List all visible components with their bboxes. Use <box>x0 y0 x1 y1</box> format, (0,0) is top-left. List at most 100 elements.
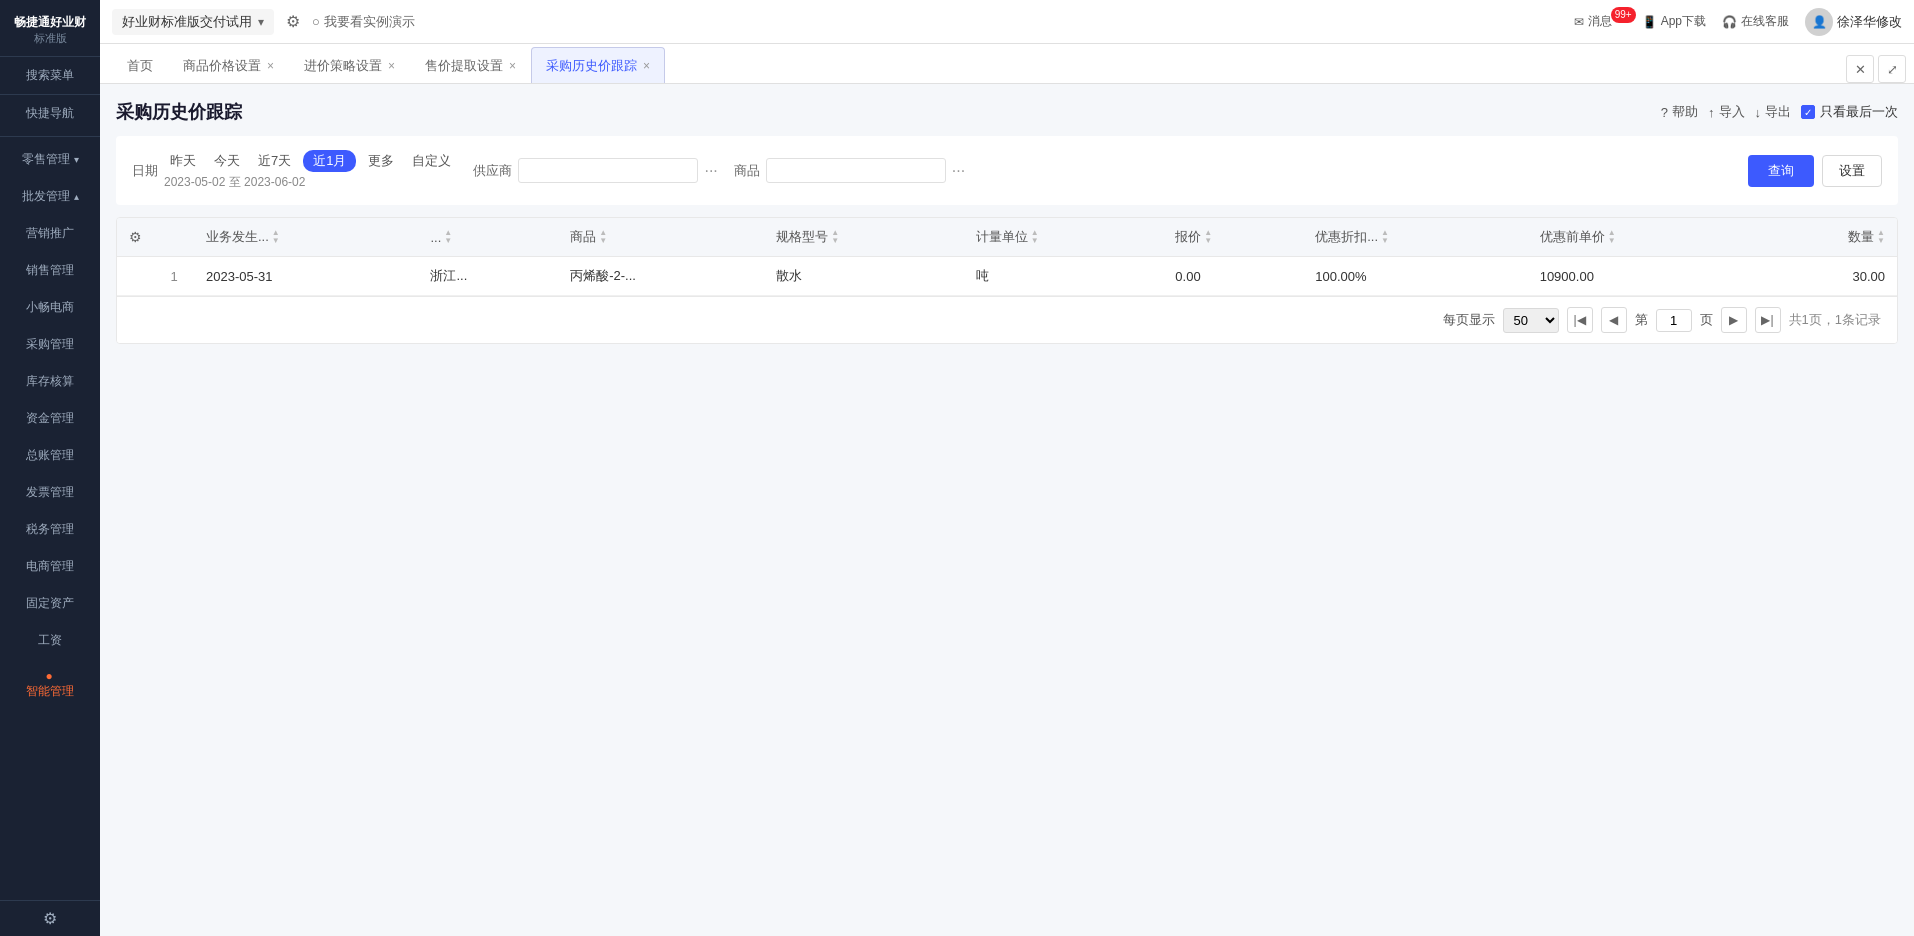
logo-text: 畅捷通好业财 <box>8 14 92 31</box>
cell-unit: 吨 <box>964 257 1164 296</box>
date-opt-last1m[interactable]: 近1月 <box>303 150 356 172</box>
topbar-settings-icon[interactable]: ⚙ <box>282 8 304 35</box>
sidebar-item-ecommerce[interactable]: 电商管理 <box>0 548 100 585</box>
sidebar-item-sales[interactable]: 销售管理 <box>0 252 100 289</box>
tab-purchase-history[interactable]: 采购历史价跟踪 × <box>531 47 665 83</box>
table-header-row: ⚙ 业务发生... ▲▼ ... ▲▼ <box>117 218 1897 257</box>
sidebar-item-invoice[interactable]: 发票管理 <box>0 474 100 511</box>
col-unit[interactable]: 计量单位 ▲▼ <box>964 218 1164 257</box>
date-opt-today[interactable]: 今天 <box>208 150 246 172</box>
app-download-button[interactable]: 📱 App下载 <box>1642 13 1706 30</box>
sidebar-item-ecommerce-small[interactable]: 小畅电商 <box>0 289 100 326</box>
sort-arrows-spec: ▲▼ <box>831 229 839 245</box>
version-selector[interactable]: 好业财标准版交付试用 ▾ <box>112 9 274 35</box>
export-button[interactable]: ↓ 导出 <box>1755 103 1792 121</box>
page-first-btn[interactable]: |◀ <box>1567 307 1593 333</box>
col-supplier[interactable]: 商品 ▲▼ <box>558 218 764 257</box>
cell-no: 1 <box>154 257 194 296</box>
supplier-input[interactable] <box>518 158 698 183</box>
product-input[interactable] <box>766 158 946 183</box>
help-button[interactable]: ? 帮助 <box>1661 103 1698 121</box>
tab-bar-actions: ✕ ⤢ <box>1846 55 1914 83</box>
supplier-dots[interactable]: ··· <box>704 162 717 180</box>
import-button[interactable]: ↑ 导入 <box>1708 103 1745 121</box>
col-spec[interactable]: 规格型号 ▲▼ <box>764 218 964 257</box>
product-dots[interactable]: ··· <box>952 162 965 180</box>
page-last-btn[interactable]: ▶| <box>1755 307 1781 333</box>
page-next-btn[interactable]: ▶ <box>1721 307 1747 333</box>
pagination-bar: 每页显示 50 10 20 100 |◀ ◀ 第 页 ▶ ▶| 共1页，1条记录 <box>117 296 1897 343</box>
col-pre-discount[interactable]: 优惠前单价 ▲▼ <box>1528 218 1757 257</box>
filter-area: 日期 昨天 今天 近7天 近1月 更多 自定义 2023-05-02 至 202… <box>116 136 1898 205</box>
filter-date-col: 昨天 今天 近7天 近1月 更多 自定义 2023-05-02 至 2023-0… <box>164 150 457 191</box>
tab-price-close[interactable]: × <box>267 59 274 73</box>
page-prev-btn[interactable]: ◀ <box>1601 307 1627 333</box>
tab-strategy-close[interactable]: × <box>388 59 395 73</box>
per-page-select[interactable]: 50 10 20 100 <box>1503 308 1559 333</box>
sidebar-item-ledger[interactable]: 总账管理 <box>0 437 100 474</box>
supplier-filter-label: 供应商 <box>473 162 512 180</box>
page-input[interactable] <box>1656 309 1692 332</box>
col-dots[interactable]: ... ▲▼ <box>418 218 558 257</box>
sidebar-item-tax[interactable]: 税务管理 <box>0 511 100 548</box>
sidebar-settings-icon[interactable]: ⚙ <box>43 909 57 928</box>
user-menu[interactable]: 👤 徐泽华修改 <box>1805 8 1902 36</box>
sidebar-quick-nav[interactable]: 快捷导航 <box>0 95 100 132</box>
settings-button[interactable]: 设置 <box>1822 155 1882 187</box>
top-bar: 好业财标准版交付试用 ▾ ⚙ ○ 我要看实例演示 ✉ 消息 99+ 📱 App下… <box>100 0 1914 44</box>
col-spec-label: 规格型号 <box>776 228 828 246</box>
col-price[interactable]: 报价 ▲▼ <box>1163 218 1303 257</box>
export-icon: ↓ <box>1755 105 1762 120</box>
demo-link[interactable]: ○ 我要看实例演示 <box>312 13 415 31</box>
sidebar-item-sales-label: 销售管理 <box>26 262 74 279</box>
sidebar-item-assets[interactable]: 固定资产 <box>0 585 100 622</box>
col-quantity[interactable]: 数量 ▲▼ <box>1757 218 1897 257</box>
sidebar-item-retail[interactable]: 零售管理 ▾ <box>0 141 100 178</box>
tab-purchase-history-close[interactable]: × <box>643 59 650 73</box>
sidebar-item-purchase[interactable]: 采购管理 <box>0 326 100 363</box>
cell-quantity: 30.00 <box>1757 257 1897 296</box>
demo-icon: ○ <box>312 14 320 29</box>
help-icon: ? <box>1661 105 1668 120</box>
chevron-down-icon: ▾ <box>74 154 79 165</box>
sidebar-item-wholesale[interactable]: 批发管理 ▴ <box>0 178 100 215</box>
sidebar-item-smart[interactable]: ● 智能管理 <box>0 659 100 710</box>
table-gear-icon[interactable]: ⚙ <box>129 229 142 245</box>
query-button[interactable]: 查询 <box>1748 155 1814 187</box>
sidebar-item-finance-label: 资金管理 <box>26 410 74 427</box>
tab-close-btn[interactable]: ✕ <box>1846 55 1874 83</box>
page-label: 第 <box>1635 311 1648 329</box>
date-opt-last7[interactable]: 近7天 <box>252 150 297 172</box>
date-filter-options: 昨天 今天 近7天 近1月 更多 自定义 <box>164 150 457 172</box>
sidebar-logo: 畅捷通好业财 标准版 <box>0 0 100 57</box>
help-label: 帮助 <box>1672 103 1698 121</box>
tab-strategy[interactable]: 进价策略设置 × <box>289 47 410 83</box>
sidebar-item-finance[interactable]: 资金管理 <box>0 400 100 437</box>
sidebar-search-label: 搜索菜单 <box>8 67 92 84</box>
tab-sale-price-close[interactable]: × <box>509 59 516 73</box>
date-opt-yesterday[interactable]: 昨天 <box>164 150 202 172</box>
sidebar-search[interactable]: 搜索菜单 <box>0 57 100 95</box>
online-service-button[interactable]: 🎧 在线客服 <box>1722 13 1789 30</box>
col-date[interactable]: 业务发生... ▲▼ <box>194 218 418 257</box>
product-filter-label: 商品 <box>734 162 760 180</box>
tab-sale-price[interactable]: 售价提取设置 × <box>410 47 531 83</box>
tab-price[interactable]: 商品价格设置 × <box>168 47 289 83</box>
sidebar-item-purchase-label: 采购管理 <box>26 336 74 353</box>
tab-maximize-btn[interactable]: ⤢ <box>1878 55 1906 83</box>
page-suffix: 页 <box>1700 311 1713 329</box>
tab-home[interactable]: 首页 <box>112 47 168 83</box>
sidebar-bottom: ⚙ <box>0 900 100 936</box>
sidebar-item-ledger-label: 总账管理 <box>26 447 74 464</box>
only-last-checkbox[interactable]: ✓ 只看最后一次 <box>1801 103 1898 121</box>
col-discount[interactable]: 优惠折扣... ▲▼ <box>1303 218 1527 257</box>
sidebar-item-marketing[interactable]: 营销推广 <box>0 215 100 252</box>
sidebar-item-retail-label: 零售管理 <box>22 151 70 168</box>
sidebar-item-inventory[interactable]: 库存核算 <box>0 363 100 400</box>
date-opt-more[interactable]: 更多 <box>362 150 400 172</box>
message-button[interactable]: ✉ 消息 99+ <box>1574 13 1626 30</box>
date-opt-custom[interactable]: 自定义 <box>406 150 457 172</box>
main-area: 好业财标准版交付试用 ▾ ⚙ ○ 我要看实例演示 ✉ 消息 99+ 📱 App下… <box>100 0 1914 936</box>
sidebar-item-salary[interactable]: 工资 <box>0 622 100 659</box>
col-unit-label: 计量单位 <box>976 228 1028 246</box>
